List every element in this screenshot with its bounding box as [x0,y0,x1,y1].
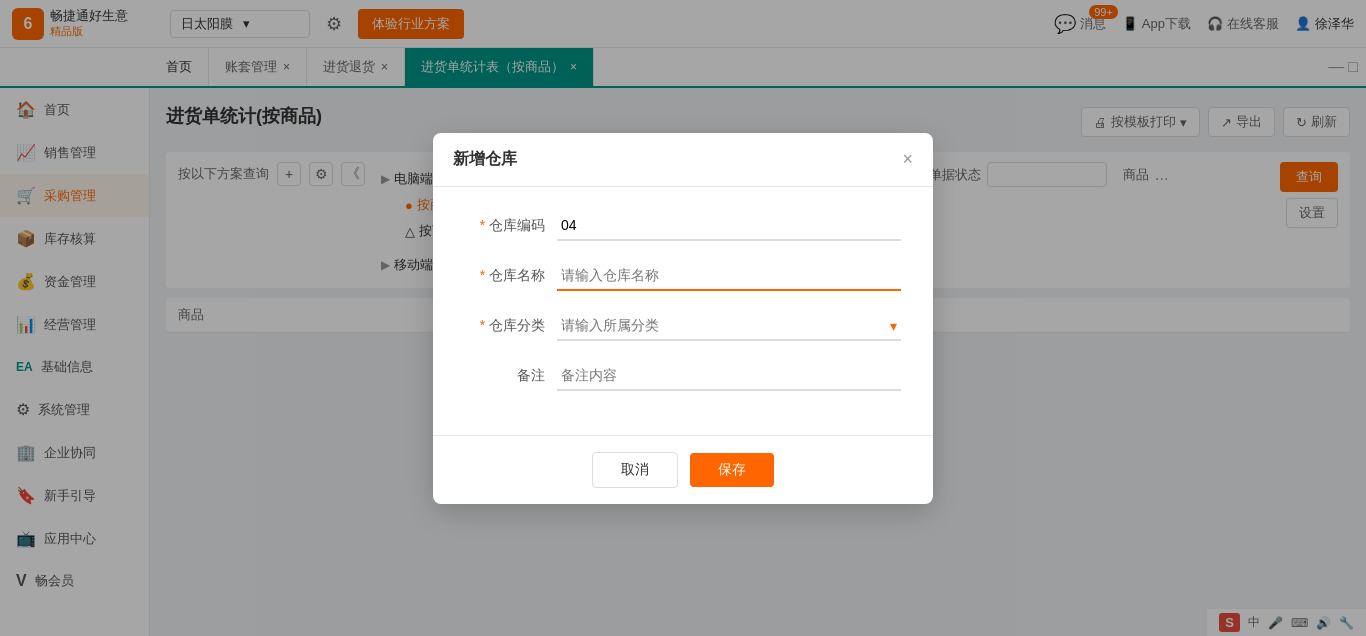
save-button[interactable]: 保存 [690,453,774,487]
warehouse-category-input[interactable] [557,311,901,341]
warehouse-code-label: 仓库编码 [465,217,545,235]
warehouse-category-row: 仓库分类 ▾ [465,311,901,341]
dialog-body: 仓库编码 仓库名称 仓库分类 ▾ 备注 [433,187,933,435]
warehouse-note-input[interactable] [557,361,901,391]
warehouse-code-input[interactable] [557,211,901,241]
warehouse-name-label: 仓库名称 [465,267,545,285]
warehouse-note-row: 备注 [465,361,901,391]
dialog-close-button[interactable]: × [902,149,913,170]
warehouse-name-input[interactable] [557,261,901,291]
modal-overlay[interactable]: 新增仓库 × 仓库编码 仓库名称 仓库分类 ▾ 备注 [0,0,1366,636]
warehouse-category-label: 仓库分类 [465,317,545,335]
warehouse-name-row: 仓库名称 [465,261,901,291]
warehouse-code-row: 仓库编码 [465,211,901,241]
dialog-title: 新增仓库 [453,149,517,170]
add-warehouse-dialog: 新增仓库 × 仓库编码 仓库名称 仓库分类 ▾ 备注 [433,133,933,504]
warehouse-note-label: 备注 [465,367,545,385]
warehouse-category-wrap: ▾ [557,311,901,341]
dialog-footer: 取消 保存 [433,435,933,504]
dialog-header: 新增仓库 × [433,133,933,187]
cancel-button[interactable]: 取消 [592,452,678,488]
